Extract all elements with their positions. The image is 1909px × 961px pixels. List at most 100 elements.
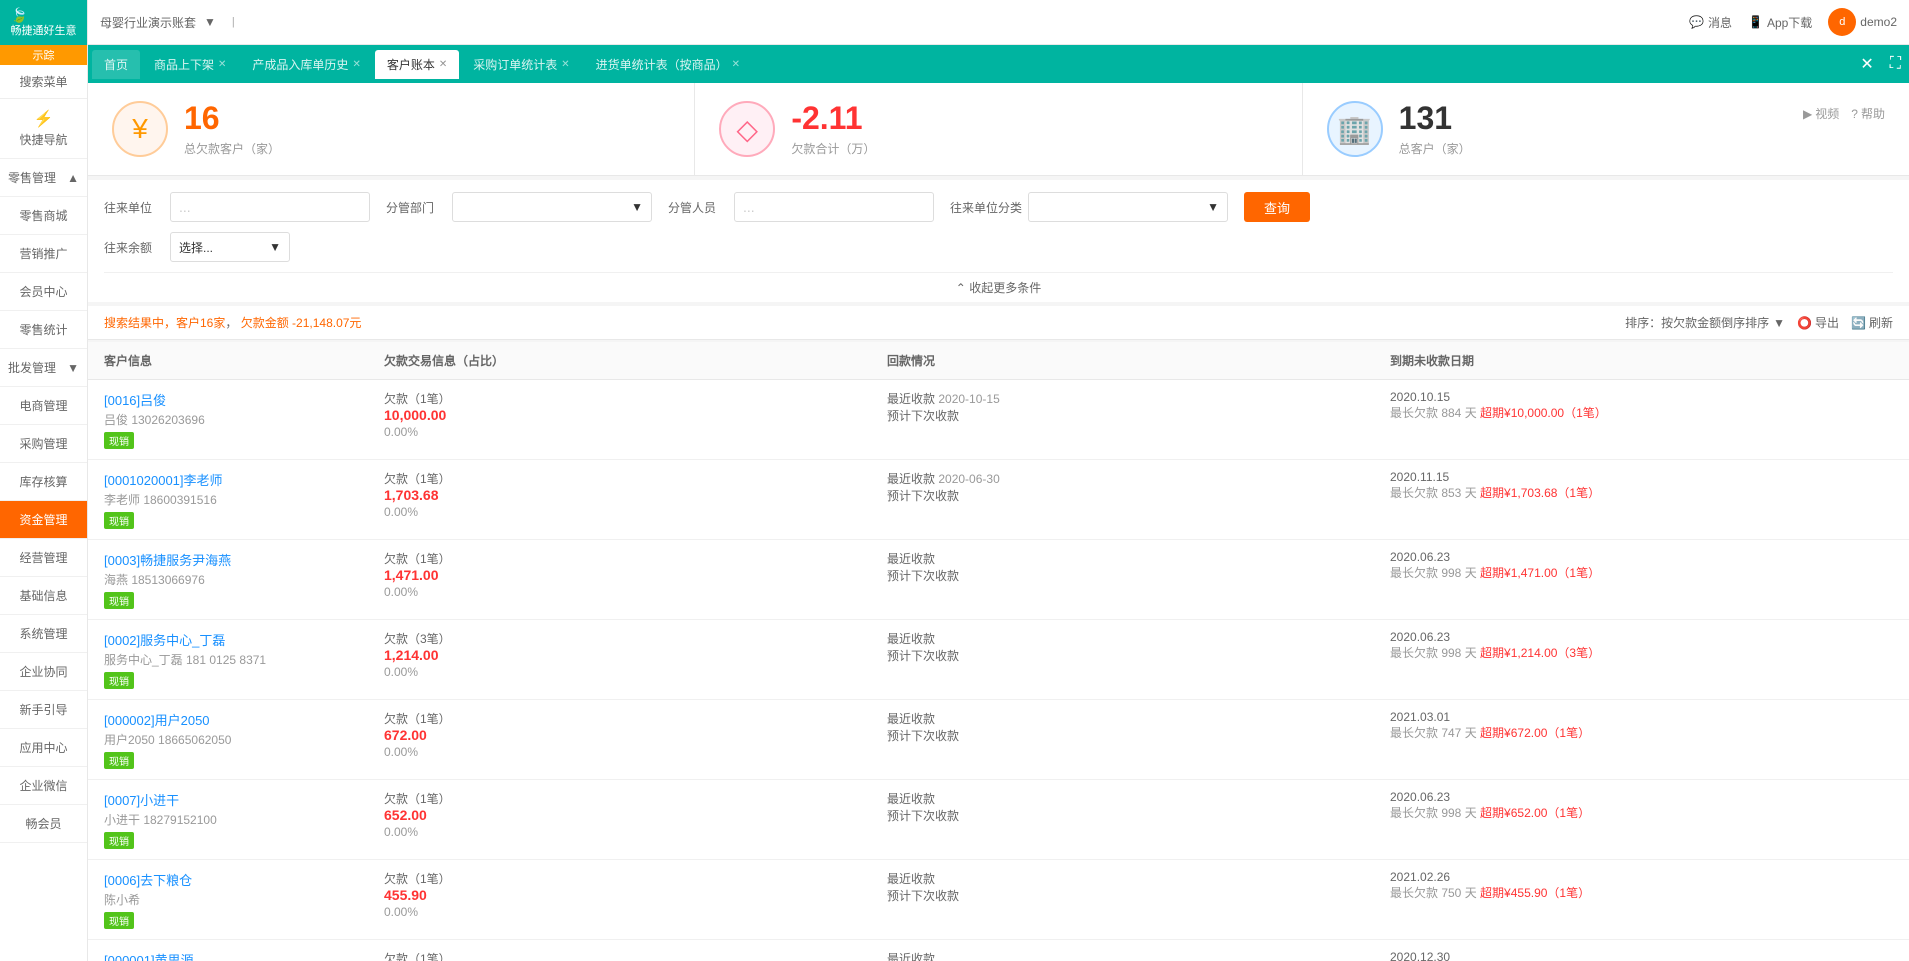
dept-select[interactable]: ▼ [452, 192, 652, 222]
customer-name-1[interactable]: [0001020001]李老师 [104, 470, 384, 489]
avatar: d [1828, 8, 1856, 36]
sidebar-item-retail-mgmt[interactable]: 零售管理 ▲ [0, 159, 87, 197]
sidebar-item-capital[interactable]: 资金管理 [0, 501, 87, 539]
sidebar-item-member[interactable]: 会员中心 [0, 273, 87, 311]
menu-label: 示踪 [0, 45, 87, 65]
debt-percent-6: 0.00% [384, 905, 887, 919]
tab-product-history[interactable]: 产成品入库单历史 ✕ [240, 50, 372, 79]
export-btn[interactable]: ⭕ 导出 [1797, 314, 1839, 331]
customer-badge-6: 现销 [104, 912, 134, 929]
help-btn[interactable]: ? 帮助 [1851, 105, 1885, 122]
due-info-0: 2020.10.15 最长欠款 884 天 超期¥10,000.00（1笔） [1390, 390, 1893, 421]
customer-name-7[interactable]: [000001]黄思源 [104, 950, 384, 961]
due-info-4: 2021.03.01 最长欠款 747 天 超期¥672.00（1笔） [1390, 710, 1893, 741]
debt-label-5: 欠款（1笔） [384, 790, 887, 807]
stat-label-2: 欠款合计（万） [791, 140, 875, 157]
filter-collapse-btn[interactable]: ⌃ 收起更多条件 [104, 272, 1893, 302]
overdue-link-0[interactable]: 超期¥10,000.00（1笔） [1480, 406, 1607, 420]
due-info-2: 2020.06.23 最长欠款 998 天 超期¥1,471.00（1笔） [1390, 550, 1893, 581]
customer-name-3[interactable]: [0002]服务中心_丁磊 [104, 630, 384, 649]
due-info-5: 2020.06.23 最长欠款 998 天 超期¥652.00（1笔） [1390, 790, 1893, 821]
sidebar-item-vip[interactable]: 畅会员 [0, 805, 87, 843]
close-tab-purchase-order[interactable]: ✕ [561, 59, 569, 70]
results-info: 搜索结果中，客户16家， 欠款金额 -21,148.07元 [104, 314, 361, 331]
tab-product-listing[interactable]: 商品上下架 ✕ [142, 50, 238, 79]
customer-contact-5: 小进干 18279152100 [104, 811, 384, 828]
app-download-btn[interactable]: 📱 App下载 [1748, 14, 1812, 31]
person-input[interactable]: ... [734, 192, 934, 222]
table-row: [0016]吕俊 吕俊 13026203696 现销 欠款（1笔） 10,000… [88, 380, 1909, 460]
debt-percent-2: 0.00% [384, 585, 887, 599]
tab-purchase-stats[interactable]: 进货单统计表（按商品） ✕ [584, 50, 752, 79]
from-unit-input[interactable]: ... [170, 192, 370, 222]
debt-info-3: 欠款（3笔） 1,214.00 0.00% [384, 630, 887, 679]
debt-amount-6: 455.90 [384, 887, 887, 903]
col-header-debt: 欠款交易信息（占比） [384, 352, 887, 369]
debt-info-2: 欠款（1笔） 1,471.00 0.00% [384, 550, 887, 599]
close-tab-product-listing[interactable]: ✕ [218, 59, 226, 70]
sidebar-item-corp-wechat[interactable]: 企业微信 [0, 767, 87, 805]
stat-card-1: ¥ 16 总欠款客户（家） [88, 83, 695, 175]
sidebar-item-purchase-mgmt[interactable]: 采购管理 [0, 425, 87, 463]
tab-customer-account[interactable]: 客户账本 ✕ [375, 50, 459, 79]
sidebar-item-retail-mall[interactable]: 零售商城 [0, 197, 87, 235]
tab-home[interactable]: 首页 [92, 50, 140, 79]
sidebar-item-ops[interactable]: 经营管理 [0, 539, 87, 577]
overdue-link-1[interactable]: 超期¥1,703.68（1笔） [1480, 486, 1600, 500]
sidebar-item-sys-mgmt[interactable]: 系统管理 [0, 615, 87, 653]
search-menu[interactable]: 搜索菜单 [0, 65, 87, 99]
customer-info-2: [0003]畅捷服务尹海燕 海燕 18513066976 现销 [104, 550, 384, 609]
maximize-btn[interactable]: ⛶ [1886, 53, 1905, 75]
sidebar-item-ecommerce[interactable]: 电商管理 [0, 387, 87, 425]
customer-name-5[interactable]: [0007]小进干 [104, 790, 384, 809]
close-tab-customer-account[interactable]: ✕ [439, 59, 447, 70]
close-tab-product-history[interactable]: ✕ [352, 59, 360, 70]
video-btn[interactable]: ▶ 视频 [1803, 105, 1839, 122]
user-menu[interactable]: d demo2 [1828, 8, 1897, 36]
due-date-6: 2021.02.26 [1390, 870, 1893, 884]
sidebar-item-marketing[interactable]: 营销推广 [0, 235, 87, 273]
logo-text: 畅捷通好生意 [11, 24, 77, 38]
customer-name-2[interactable]: [0003]畅捷服务尹海燕 [104, 550, 384, 569]
close-tab-purchase-stats[interactable]: ✕ [732, 59, 740, 70]
search-button[interactable]: 查询 [1244, 192, 1310, 222]
overdue-link-6[interactable]: 超期¥455.90（1笔） [1480, 886, 1590, 900]
overdue-link-5[interactable]: 超期¥652.00（1笔） [1480, 806, 1590, 820]
customer-name-0[interactable]: [0016]吕俊 [104, 390, 384, 409]
overdue-link-4[interactable]: 超期¥672.00（1笔） [1480, 726, 1590, 740]
sidebar-item-base-info[interactable]: 基础信息 [0, 577, 87, 615]
debt-percent-5: 0.00% [384, 825, 887, 839]
message-btn[interactable]: 💬 消息 [1689, 14, 1732, 31]
close-all-tabs-btn[interactable]: ✕ [1856, 52, 1877, 76]
customer-info-4: [000002]用户2050 用户2050 18665062050 现销 [104, 710, 384, 769]
overdue-link-2[interactable]: 超期¥1,471.00（1笔） [1480, 566, 1600, 580]
customer-contact-4: 用户2050 18665062050 [104, 731, 384, 748]
dept-label: 分管部门 [386, 199, 446, 216]
sort-select[interactable]: 排序：按欠款金额倒序排序 ▼ [1625, 314, 1785, 331]
tab-purchase-order[interactable]: 采购订单统计表 ✕ [461, 50, 581, 79]
debt-label-4: 欠款（1笔） [384, 710, 887, 727]
sidebar-item-quick-nav[interactable]: ⚡ 快捷导航 [0, 99, 87, 159]
sidebar-item-retail-stats[interactable]: 零售统计 [0, 311, 87, 349]
stat-icon-1: ¥ [112, 101, 168, 157]
balance-select[interactable]: 选择... ▼ [170, 232, 290, 262]
overdue-link-3[interactable]: 超期¥1,214.00（3笔） [1480, 646, 1600, 660]
filter-from-unit: 往来单位 ... [104, 192, 370, 222]
sidebar-item-batch-mgmt[interactable]: 批发管理 ▼ [0, 349, 87, 387]
sidebar-item-inventory[interactable]: 库存核算 [0, 463, 87, 501]
due-info-3: 2020.06.23 最长欠款 998 天 超期¥1,214.00（3笔） [1390, 630, 1893, 661]
quick-nav-icon: ⚡ [34, 109, 54, 129]
from-unit-label: 往来单位 [104, 199, 164, 216]
sidebar-item-enterprise[interactable]: 企业协同 [0, 653, 87, 691]
table-row: [000002]用户2050 用户2050 18665062050 现销 欠款（… [88, 700, 1909, 780]
customer-name-4[interactable]: [000002]用户2050 [104, 710, 384, 729]
refresh-btn[interactable]: 🔄 刷新 [1851, 314, 1893, 331]
customer-name-6[interactable]: [0006]去下粮仓 [104, 870, 384, 889]
customer-contact-3: 服务中心_丁磊 181 0125 8371 [104, 651, 384, 668]
unit-class-select[interactable]: ▼ [1028, 192, 1228, 222]
sidebar-item-app-center[interactable]: 应用中心 [0, 729, 87, 767]
video-help: ▶ 视频 ? 帮助 [1803, 101, 1885, 122]
customer-contact-1: 李老师 18600391516 [104, 491, 384, 508]
sidebar-item-newbie[interactable]: 新手引导 [0, 691, 87, 729]
customer-info-7: [000001]黄思源 黄思源 13552700226 现销 [104, 950, 384, 961]
